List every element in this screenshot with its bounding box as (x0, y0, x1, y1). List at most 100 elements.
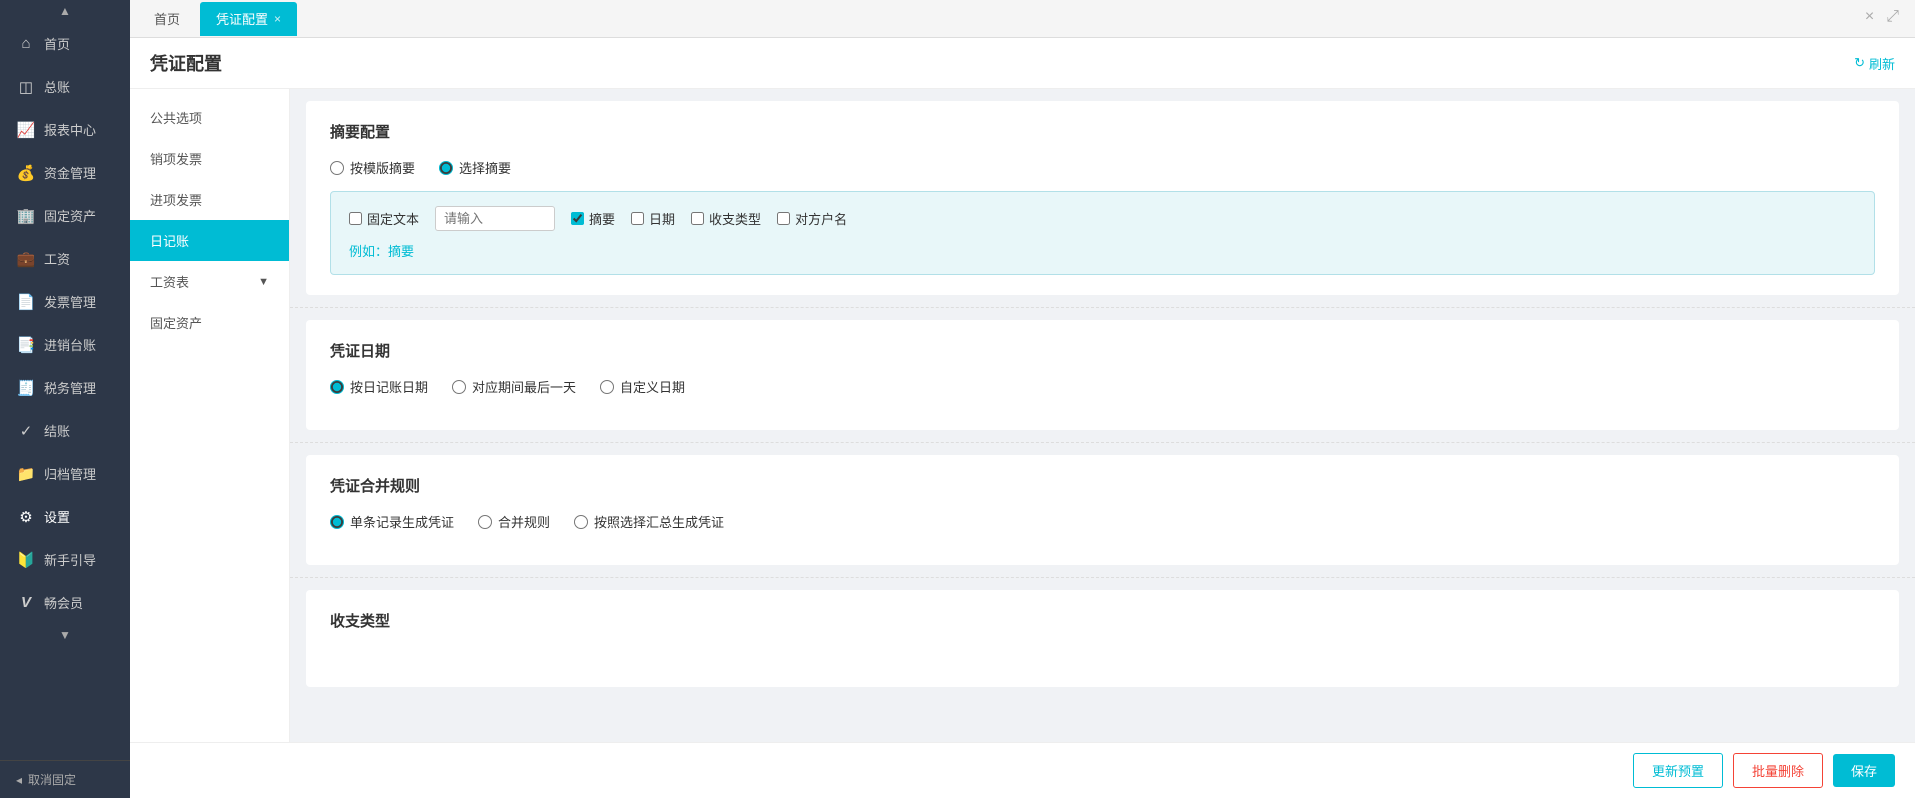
fixed-text-checkbox-label[interactable]: 固定文本 (349, 209, 419, 228)
summary-checkbox-label[interactable]: 摘要 (571, 209, 615, 228)
sidebar-item-salary[interactable]: 💼 工资 (0, 237, 130, 280)
sidebar-scroll-down[interactable]: ▼ (0, 624, 130, 646)
guide-icon: 🔰 (16, 551, 36, 569)
sidebar-item-member[interactable]: V 畅会员 (0, 581, 130, 624)
voucher-date-custom-label[interactable]: 自定义日期 (600, 377, 685, 396)
merge-summary-radio[interactable] (574, 515, 588, 529)
sidebar-scroll-up[interactable]: ▲ (0, 0, 130, 22)
settings-icon: ⚙ (16, 508, 36, 526)
summary-mode-group: 按模版摘要 选择摘要 (330, 158, 1875, 177)
sidebar-item-home[interactable]: ⌂ 首页 (0, 22, 130, 65)
merge-single-radio[interactable] (330, 515, 344, 529)
refresh-button[interactable]: ↻ 刷新 (1854, 54, 1895, 73)
sidebar-unpin-button[interactable]: ◂ 取消固定 (0, 760, 130, 798)
tab-bar: 首页 凭证配置 × (130, 0, 1915, 38)
tab-voucher-config[interactable]: 凭证配置 × (200, 2, 297, 36)
update-preview-button[interactable]: 更新预置 (1633, 753, 1723, 788)
merge-single-label[interactable]: 单条记录生成凭证 (330, 512, 454, 531)
date-checkbox-label[interactable]: 日期 (631, 209, 675, 228)
invoice-mgmt-icon: 📄 (16, 293, 36, 311)
merge-summary-label[interactable]: 按照选择汇总生成凭证 (574, 512, 724, 531)
summary-options-row: 固定文本 摘要 日期 收支类型 (349, 206, 1856, 231)
settlement-icon: ✓ (16, 422, 36, 440)
voucher-date-journal-radio[interactable] (330, 380, 344, 394)
salary-icon: 💼 (16, 250, 36, 268)
refresh-icon: ↻ (1854, 55, 1865, 71)
purchase-sales-icon: 📑 (16, 336, 36, 354)
summary-mode-template-label[interactable]: 按模版摘要 (330, 158, 415, 177)
merge-combined-radio[interactable] (478, 515, 492, 529)
summary-mode-select-radio[interactable] (439, 161, 453, 175)
fixed-text-checkbox[interactable] (349, 212, 362, 225)
save-button[interactable]: 保存 (1833, 754, 1895, 787)
main-area: × ⤢ 首页 凭证配置 × 凭证配置 ↻ 刷新 公共选项 销项发票 (130, 0, 1915, 798)
voucher-date-last-radio[interactable] (452, 380, 466, 394)
home-icon: ⌂ (16, 35, 36, 52)
nav-item-purchase-invoice[interactable]: 进项发票 (130, 179, 289, 220)
summary-mode-select-label[interactable]: 选择摘要 (439, 158, 511, 177)
nav-item-payroll[interactable]: 工资表 ▼ (130, 261, 289, 302)
tax-icon: 🧾 (16, 379, 36, 397)
voucher-date-group: 按日记账日期 对应期间最后一天 自定义日期 (330, 377, 1875, 396)
tab-close-icon[interactable]: × (274, 12, 281, 26)
payroll-arrow-icon: ▼ (258, 276, 269, 288)
batch-delete-button[interactable]: 批量删除 (1733, 753, 1823, 788)
merge-rules-group: 单条记录生成凭证 合并规则 按照选择汇总生成凭证 (330, 512, 1875, 531)
summary-config-box: 固定文本 摘要 日期 收支类型 (330, 191, 1875, 275)
voucher-date-journal-label[interactable]: 按日记账日期 (330, 377, 428, 396)
sidebar-item-invoice-mgmt[interactable]: 📄 发票管理 (0, 280, 130, 323)
merge-rules-title: 凭证合并规则 (330, 475, 1875, 496)
voucher-date-last-label[interactable]: 对应期间最后一天 (452, 377, 576, 396)
tab-home[interactable]: 首页 (138, 2, 196, 36)
merge-combined-label[interactable]: 合并规则 (478, 512, 550, 531)
page-title: 凭证配置 (150, 50, 222, 76)
ledger-icon: ◫ (16, 78, 36, 96)
bottom-action-bar: 更新预置 批量删除 保存 (130, 742, 1915, 798)
close-window-button[interactable]: × (1865, 8, 1874, 26)
window-controls: × ⤢ (1849, 0, 1915, 34)
funds-icon: 💰 (16, 164, 36, 182)
body-layout: 公共选项 销项发票 进项发票 日记账 工资表 ▼ 固定资产 摘要配置 (130, 89, 1915, 742)
summary-checkbox[interactable] (571, 212, 584, 225)
content-header: 凭证配置 ↻ 刷新 (130, 38, 1915, 89)
unpin-icon: ◂ (16, 773, 22, 787)
date-checkbox[interactable] (631, 212, 644, 225)
summary-config-title: 摘要配置 (330, 121, 1875, 142)
merge-rules-section: 凭证合并规则 单条记录生成凭证 合并规则 按照选择汇总生成凭证 (306, 455, 1899, 565)
income-type-checkbox[interactable] (691, 212, 704, 225)
summary-config-section: 摘要配置 按模版摘要 选择摘要 固定文本 (306, 101, 1899, 295)
nav-item-journal[interactable]: 日记账 (130, 220, 289, 261)
assets-icon: 🏢 (16, 207, 36, 225)
nav-item-sales-invoice[interactable]: 销项发票 (130, 138, 289, 179)
left-nav: 公共选项 销项发票 进项发票 日记账 工资表 ▼ 固定资产 (130, 89, 290, 742)
counterparty-checkbox-label[interactable]: 对方户名 (777, 209, 847, 228)
collection-type-title: 收支类型 (330, 610, 1875, 631)
example-text: 例如：摘要 (349, 241, 1856, 260)
nav-item-fixed-assets[interactable]: 固定资产 (130, 302, 289, 343)
sidebar-item-purchase-sales[interactable]: 📑 进销台账 (0, 323, 130, 366)
voucher-date-section: 凭证日期 按日记账日期 对应期间最后一天 自定义日期 (306, 320, 1899, 430)
voucher-date-title: 凭证日期 (330, 340, 1875, 361)
income-type-checkbox-label[interactable]: 收支类型 (691, 209, 761, 228)
report-icon: 📈 (16, 121, 36, 139)
right-content: 摘要配置 按模版摘要 选择摘要 固定文本 (290, 89, 1915, 742)
sidebar-item-settings[interactable]: ⚙ 设置 (0, 495, 130, 538)
sidebar: ▲ ⌂ 首页 ◫ 总账 📈 报表中心 💰 资金管理 🏢 固定资产 💼 工资 📄 … (0, 0, 130, 798)
collection-type-section: 收支类型 (306, 590, 1899, 687)
maximize-window-button[interactable]: ⤢ (1886, 8, 1899, 26)
sidebar-item-guide[interactable]: 🔰 新手引导 (0, 538, 130, 581)
counterparty-checkbox[interactable] (777, 212, 790, 225)
fixed-text-input[interactable] (435, 206, 555, 231)
sidebar-item-assets[interactable]: 🏢 固定资产 (0, 194, 130, 237)
member-icon: V (16, 594, 36, 611)
summary-mode-template-radio[interactable] (330, 161, 344, 175)
sidebar-item-settlement[interactable]: ✓ 结账 (0, 409, 130, 452)
sidebar-item-archive[interactable]: 📁 归档管理 (0, 452, 130, 495)
sidebar-item-funds[interactable]: 💰 资金管理 (0, 151, 130, 194)
nav-item-public[interactable]: 公共选项 (130, 97, 289, 138)
sidebar-item-ledger[interactable]: ◫ 总账 (0, 65, 130, 108)
voucher-date-custom-radio[interactable] (600, 380, 614, 394)
sidebar-item-report[interactable]: 📈 报表中心 (0, 108, 130, 151)
archive-icon: 📁 (16, 465, 36, 483)
sidebar-item-tax[interactable]: 🧾 税务管理 (0, 366, 130, 409)
